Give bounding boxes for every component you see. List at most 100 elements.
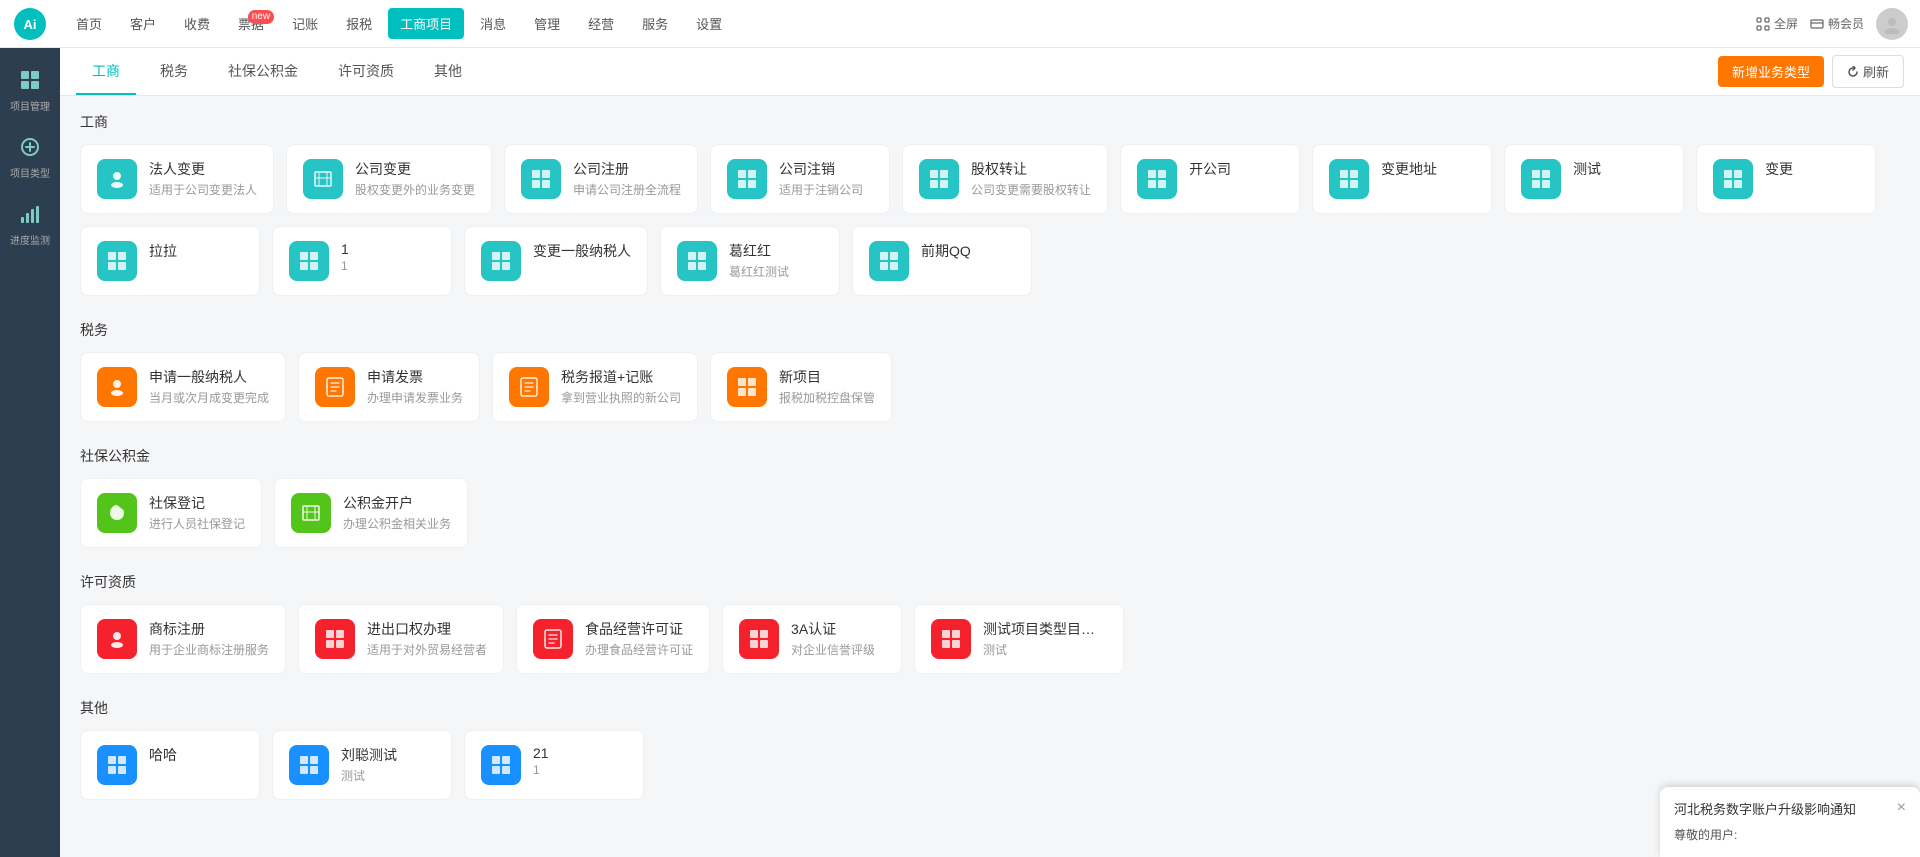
tab-gongshang[interactable]: 工商 (76, 48, 136, 95)
card-t1[interactable]: 申请一般纳税人当月或次月成变更完成 (80, 352, 286, 422)
nav-item-industry[interactable]: 工商项目 (388, 8, 464, 39)
new-business-type-button[interactable]: 新增业务类型 (1718, 56, 1824, 87)
card-c10[interactable]: 拉拉 (80, 226, 260, 296)
nav-item-settings[interactable]: 设置 (684, 8, 734, 39)
card-c2[interactable]: 公司变更股权变更外的业务变更 (286, 144, 492, 214)
card-x1[interactable]: 商标注册用于企业商标注册服务 (80, 604, 286, 674)
card-desc-c2: 股权变更外的业务变更 (355, 181, 475, 198)
card-c3[interactable]: 公司注册申请公司注册全流程 (504, 144, 698, 214)
card-icon-c14 (869, 241, 909, 281)
card-desc-x4: 对企业信誉评级 (791, 641, 885, 658)
card-title-x5: 测试项目类型目定义 (983, 619, 1107, 639)
toolbar: 工商税务社保公积金许可资质其他 新增业务类型 刷新 (60, 48, 1920, 96)
card-icon-o3 (481, 745, 521, 785)
card-x2[interactable]: 进出口权办理适用于对外贸易经营者 (298, 604, 504, 674)
sidebar-item-project-manage[interactable]: 项目管理 (0, 56, 60, 123)
card-info-o1: 哈哈 (149, 745, 243, 767)
card-title-o3: 21 (533, 745, 627, 761)
card-info-c5: 股权转让公司变更需要股权转让 (971, 159, 1091, 198)
section-xuke: 许可资质商标注册用于企业商标注册服务进出口权办理适用于对外贸易经营者食品经营许可… (60, 556, 1920, 682)
cards-grid-shebao: 社保登记进行人员社保登记 公积金开户办理公积金相关业务 (80, 478, 1900, 548)
nav-items: 首页客户收费票据new记账报税工商项目消息管理经营服务设置 (64, 8, 1756, 39)
refresh-button[interactable]: 刷新 (1832, 55, 1904, 88)
card-desc-t2: 办理申请发票业务 (367, 389, 463, 406)
card-c6[interactable]: 开公司 (1120, 144, 1300, 214)
card-c1[interactable]: 法人变更适用于公司变更法人 (80, 144, 274, 214)
card-icon-x4 (739, 619, 779, 659)
vip-button[interactable]: 畅会员 (1810, 15, 1864, 32)
card-c13[interactable]: 葛红红葛红红测试 (660, 226, 840, 296)
card-c12[interactable]: 变更一般纳税人 (464, 226, 648, 296)
card-x5[interactable]: 测试项目类型目定义测试 (914, 604, 1124, 674)
nav-item-customer[interactable]: 客户 (118, 8, 168, 39)
card-c4[interactable]: 公司注销适用于注销公司 (710, 144, 890, 214)
nav-item-services[interactable]: 服务 (630, 8, 680, 39)
card-o2[interactable]: 刘聪测试测试 (272, 730, 452, 800)
section-gongshang: 工商法人变更适用于公司变更法人 公司变更股权变更外的业务变更公司注册申请公司注册全… (60, 96, 1920, 304)
card-x4[interactable]: 3A认证对企业信誉评级 (722, 604, 902, 674)
card-x3[interactable]: 食品经营许可证办理食品经营许可证 (516, 604, 710, 674)
fullscreen-button[interactable]: 全屏 (1756, 15, 1798, 32)
nav-item-billing[interactable]: 收费 (172, 8, 222, 39)
card-icon-c4 (727, 159, 767, 199)
card-icon-c7 (1329, 159, 1369, 199)
card-icon-s2 (291, 493, 331, 533)
tab-shebao[interactable]: 社保公积金 (212, 48, 314, 95)
card-icon-t1 (97, 367, 137, 407)
card-c5[interactable]: 股权转让公司变更需要股权转让 (902, 144, 1108, 214)
card-icon-c3 (521, 159, 561, 199)
card-info-s2: 公积金开户办理公积金相关业务 (343, 493, 451, 532)
card-t3[interactable]: 税务报道+记账拿到营业执照的新公司 (492, 352, 698, 422)
card-info-c2: 公司变更股权变更外的业务变更 (355, 159, 475, 198)
card-t4[interactable]: 新项目报税加税控盘保管 (710, 352, 892, 422)
card-info-x2: 进出口权办理适用于对外贸易经营者 (367, 619, 487, 658)
section-other: 其他哈哈刘聪测试测试211 (60, 682, 1920, 808)
nav-item-message[interactable]: 消息 (468, 8, 518, 39)
card-c8[interactable]: 测试 (1504, 144, 1684, 214)
card-info-c8: 测试 (1573, 159, 1667, 181)
card-desc-o3: 1 (533, 763, 627, 777)
tab-xuke[interactable]: 许可资质 (322, 48, 410, 95)
user-avatar[interactable] (1876, 8, 1908, 40)
tab-shuiwu[interactable]: 税务 (144, 48, 204, 95)
card-icon-c6 (1137, 159, 1177, 199)
card-o1[interactable]: 哈哈 (80, 730, 260, 800)
card-title-c5: 股权转让 (971, 159, 1091, 179)
nav-item-tickets[interactable]: 票据new (226, 8, 276, 39)
nav-item-management[interactable]: 管理 (522, 8, 572, 39)
fullscreen-label: 全屏 (1774, 15, 1798, 32)
card-c9[interactable]: 变更 (1696, 144, 1876, 214)
card-info-c14: 前期QQ (921, 241, 1015, 263)
nav-item-home[interactable]: 首页 (64, 8, 114, 39)
card-c7[interactable]: 变更地址 (1312, 144, 1492, 214)
card-c11[interactable]: 11 (272, 226, 452, 296)
card-icon-t3 (509, 367, 549, 407)
card-icon-x3 (533, 619, 573, 659)
card-s1[interactable]: 社保登记进行人员社保登记 (80, 478, 262, 548)
card-desc-c5: 公司变更需要股权转让 (971, 181, 1091, 198)
card-c14[interactable]: 前期QQ (852, 226, 1032, 296)
tabs: 工商税务社保公积金许可资质其他 (76, 48, 478, 95)
app-logo[interactable]: Ai (12, 6, 48, 42)
card-o3[interactable]: 211 (464, 730, 644, 800)
card-info-c1: 法人变更适用于公司变更法人 (149, 159, 257, 198)
sidebar-item-project-type[interactable]: 项目类型 (0, 123, 60, 190)
card-t2[interactable]: 申请发票办理申请发票业务 (298, 352, 480, 422)
card-title-c12: 变更一般纳税人 (533, 241, 631, 261)
card-s2[interactable]: 公积金开户办理公积金相关业务 (274, 478, 468, 548)
card-title-t1: 申请一般纳税人 (149, 367, 269, 387)
nav-item-accounts[interactable]: 记账 (280, 8, 330, 39)
nav-item-tax[interactable]: 报税 (334, 8, 384, 39)
card-title-s2: 公积金开户 (343, 493, 451, 513)
section-title-gongshang: 工商 (80, 112, 1900, 132)
notification-close-button[interactable]: × (1897, 799, 1906, 817)
nav-item-operations[interactable]: 经营 (576, 8, 626, 39)
card-info-c11: 11 (341, 241, 435, 273)
cards-grid-gongshang: 法人变更适用于公司变更法人 公司变更股权变更外的业务变更公司注册申请公司注册全流程… (80, 144, 1900, 296)
sidebar-item-progress-monitor[interactable]: 进度监测 (0, 190, 60, 257)
main-layout: 项目管理项目类型进度监测 工商税务社保公积金许可资质其他 新增业务类型 刷新 工… (0, 48, 1920, 857)
section-title-shebao: 社保公积金 (80, 446, 1900, 466)
card-title-c11: 1 (341, 241, 435, 257)
tab-other[interactable]: 其他 (418, 48, 478, 95)
card-info-o3: 211 (533, 745, 627, 777)
